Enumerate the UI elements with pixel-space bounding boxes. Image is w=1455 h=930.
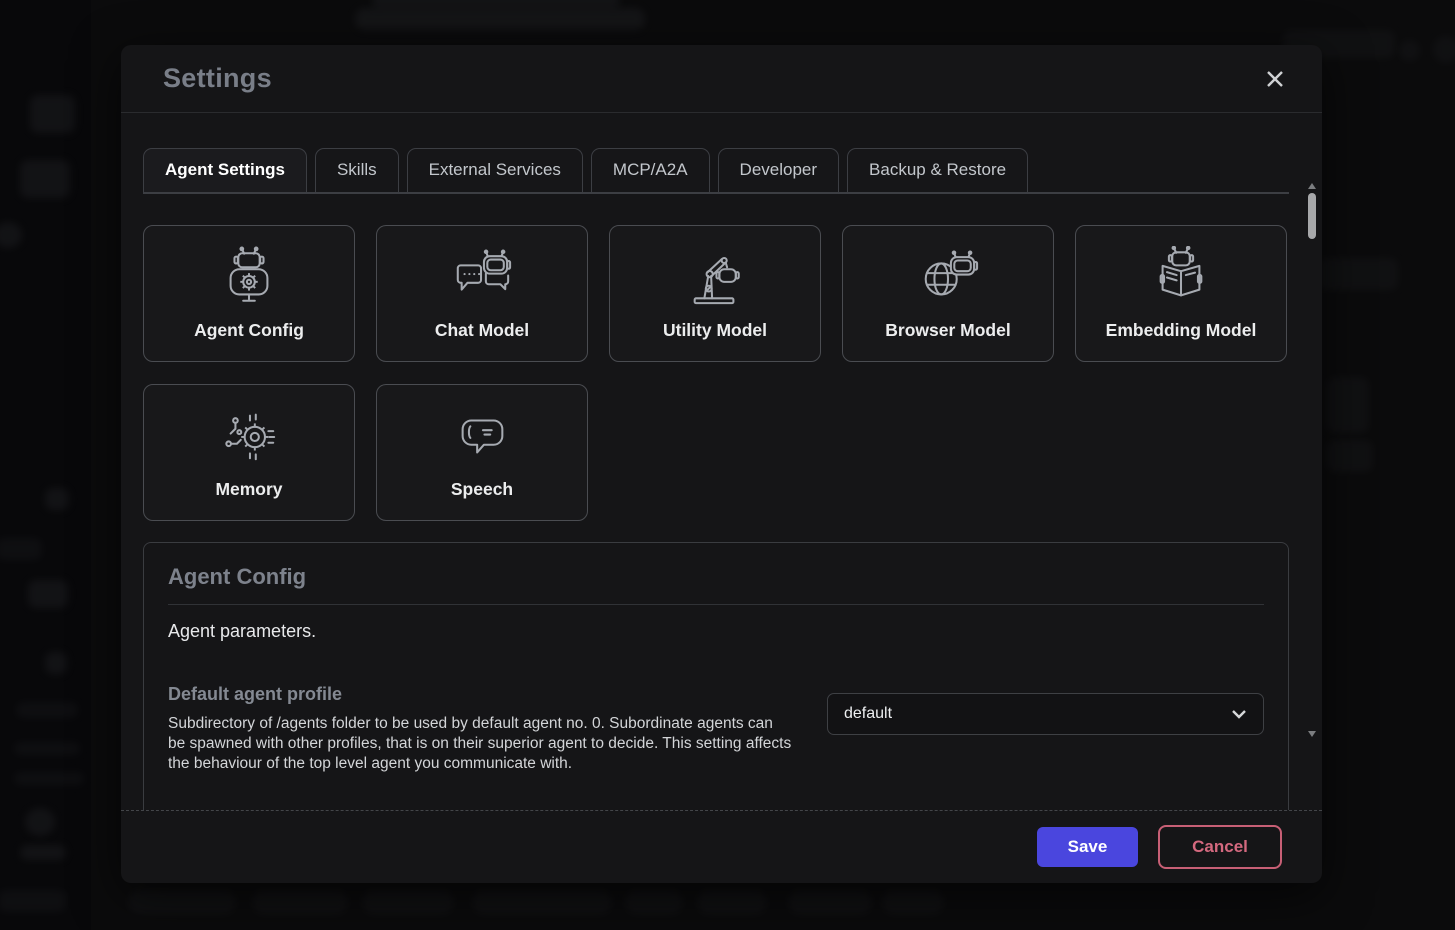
background-artifact xyxy=(25,808,55,836)
default-agent-profile-select[interactable]: default xyxy=(827,693,1264,735)
background-artifact xyxy=(252,890,348,914)
card-utility-model[interactable]: Utility Model xyxy=(609,225,821,362)
card-label: Speech xyxy=(451,479,513,500)
background-artifact xyxy=(1318,258,1398,290)
background-artifact xyxy=(0,890,66,912)
background-artifact xyxy=(128,890,236,914)
card-memory[interactable]: Memory xyxy=(143,384,355,521)
field-description: Subdirectory of /agents folder to be use… xyxy=(168,714,793,774)
field-default-agent-profile: Default agent profile Subdirectory of /a… xyxy=(168,684,1264,774)
divider xyxy=(168,604,1264,605)
card-chat-model[interactable]: Chat Model xyxy=(376,225,588,362)
tab-bar: Agent Settings Skills External Services … xyxy=(143,148,1289,194)
close-icon xyxy=(1264,68,1286,90)
robot-chat-icon xyxy=(451,246,513,308)
robot-book-icon xyxy=(1150,246,1212,308)
card-label: Agent Config xyxy=(194,320,304,341)
scrollbar-thumb[interactable] xyxy=(1308,193,1316,239)
select-value: default xyxy=(844,705,892,723)
settings-modal: Settings Agent Settings Skills External … xyxy=(121,45,1322,883)
card-embedding-model[interactable]: Embedding Model xyxy=(1075,225,1287,362)
agent-config-section: Agent Config Agent parameters. Default a… xyxy=(143,542,1289,810)
background-artifact xyxy=(372,0,620,8)
card-label: Chat Model xyxy=(435,320,529,341)
tab-skills[interactable]: Skills xyxy=(315,148,399,192)
background-sidebar xyxy=(0,0,91,930)
background-artifact xyxy=(45,652,67,674)
tab-backup-restore[interactable]: Backup & Restore xyxy=(847,148,1028,192)
background-artifact xyxy=(1327,377,1369,433)
card-label: Memory xyxy=(215,479,282,500)
card-agent-config[interactable]: Agent Config xyxy=(143,225,355,362)
background-artifact xyxy=(14,772,84,785)
robot-gear-icon xyxy=(218,246,280,308)
card-label: Browser Model xyxy=(885,320,1010,341)
robot-globe-icon xyxy=(917,246,979,308)
modal-title: Settings xyxy=(163,63,272,94)
tab-external-services[interactable]: External Services xyxy=(407,148,583,192)
background-artifact xyxy=(362,890,454,914)
scroll-up-arrow[interactable] xyxy=(1308,183,1316,189)
circuit-gear-icon xyxy=(218,405,280,467)
background-artifact xyxy=(625,890,683,914)
background-artifact xyxy=(30,95,75,133)
settings-card-grid: Agent Config Chat Model xyxy=(143,225,1289,521)
modal-body: Agent Settings Skills External Services … xyxy=(121,113,1322,810)
background-artifact xyxy=(1327,440,1373,472)
speech-bubble-icon xyxy=(451,405,513,467)
background-artifact xyxy=(45,488,69,510)
background-artifact xyxy=(697,890,767,914)
section-subtitle: Agent parameters. xyxy=(168,621,1264,642)
tab-agent-settings[interactable]: Agent Settings xyxy=(143,148,307,192)
field-label: Default agent profile xyxy=(168,684,827,705)
background-artifact xyxy=(0,538,42,560)
background-artifact xyxy=(1433,36,1455,63)
card-speech[interactable]: Speech xyxy=(376,384,588,521)
modal-footer: Save Cancel xyxy=(121,810,1322,883)
robot-arm-icon xyxy=(684,246,746,308)
section-title: Agent Config xyxy=(168,564,1264,590)
save-button[interactable]: Save xyxy=(1037,827,1138,867)
background-artifact xyxy=(882,890,944,914)
tab-mcp-a2a[interactable]: MCP/A2A xyxy=(591,148,710,192)
chevron-down-icon xyxy=(1231,709,1247,719)
background-artifact xyxy=(16,702,78,718)
card-browser-model[interactable]: Browser Model xyxy=(842,225,1054,362)
tab-developer[interactable]: Developer xyxy=(718,148,840,192)
scroll-down-arrow[interactable] xyxy=(1308,731,1316,737)
background-artifact xyxy=(1399,40,1420,61)
cancel-button[interactable]: Cancel xyxy=(1158,825,1282,869)
background-artifact xyxy=(355,8,645,30)
card-label: Utility Model xyxy=(663,320,767,341)
background-artifact xyxy=(788,890,872,914)
background-artifact xyxy=(28,580,68,608)
background-artifact xyxy=(14,742,80,755)
card-label: Embedding Model xyxy=(1106,320,1257,341)
background-artifact xyxy=(20,160,70,198)
close-button[interactable] xyxy=(1258,62,1292,96)
background-artifact xyxy=(20,845,66,860)
modal-header: Settings xyxy=(121,45,1322,113)
modal-scrollbar xyxy=(1306,183,1318,737)
background-artifact xyxy=(472,890,612,914)
